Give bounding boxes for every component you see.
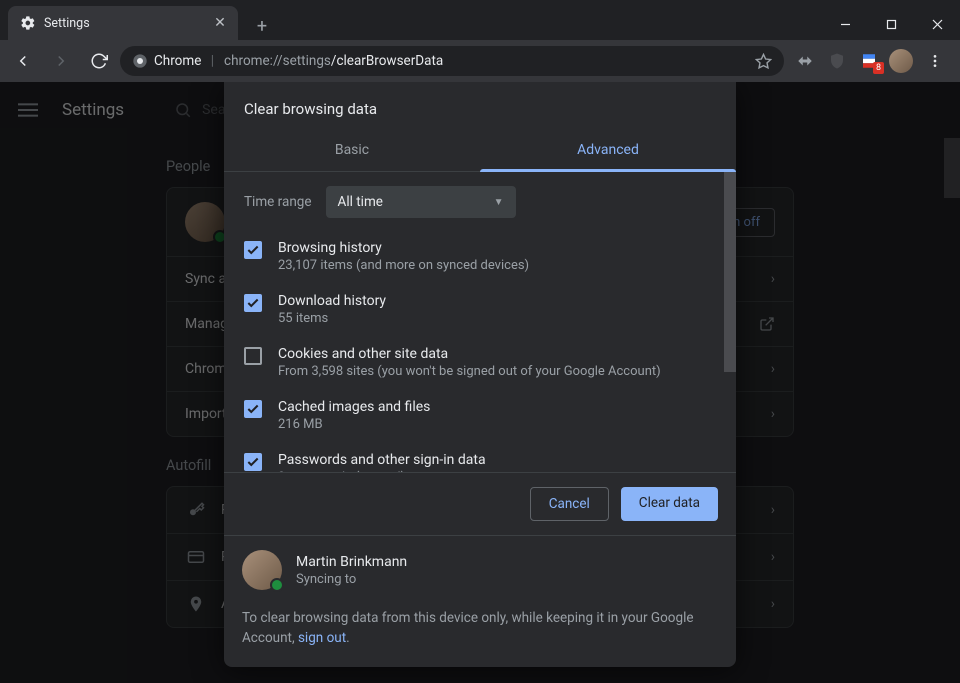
chrome-chip: Chrome | [132,53,214,69]
new-tab-button[interactable]: + [248,12,276,40]
option-desc: 55 items [278,311,386,326]
profile-avatar-button[interactable] [886,46,916,76]
reload-button[interactable] [82,44,116,78]
checkbox[interactable] [244,294,262,312]
option-desc: From 3,598 sites (you won't be signed ou… [278,364,661,379]
clear-data-option: Cached images and files 216 MB [244,391,716,444]
dialog-profile-sync: Syncing to [296,572,407,587]
dialog-scrollbar[interactable] [724,172,736,472]
dialog-scrollbar-thumb[interactable] [724,172,736,372]
cancel-button[interactable]: Cancel [530,487,609,521]
browser-toolbar: Chrome | chrome://settings/clearBrowserD… [0,40,960,82]
minimize-button[interactable] [822,8,868,40]
forward-button[interactable] [44,44,78,78]
sync-badge-icon [270,578,284,592]
sign-out-link[interactable]: sign out [298,630,346,646]
option-title: Browsing history [278,240,529,256]
browser-tab[interactable]: Settings ✕ [8,6,238,40]
dialog-footer-note: To clear browsing data from this device … [224,604,736,667]
address-bar[interactable]: Chrome | chrome://settings/clearBrowserD… [120,46,784,76]
dialog-tabs: Basic Advanced [224,128,736,172]
time-range-value: All time [338,194,383,210]
checkbox[interactable] [244,400,262,418]
window-controls [822,8,960,40]
option-desc: 216 MB [278,417,430,432]
chrome-chip-label: Chrome [154,53,201,69]
dialog-profile-name: Martin Brinkmann [296,554,407,570]
extension-icons: 8 [788,44,954,78]
clear-data-option: Cookies and other site data From 3,598 si… [244,338,716,391]
dialog-actions: Cancel Clear data [224,472,736,535]
dialog-profile-row: Martin Brinkmann Syncing to [224,535,736,604]
url-text: chrome://settings/clearBrowserData [224,53,443,69]
extension-badge: 8 [873,62,884,74]
chevron-down-icon: ▼ [494,197,504,208]
tab-advanced[interactable]: Advanced [480,128,736,171]
time-range-select[interactable]: All time ▼ [326,186,516,218]
gear-icon [20,15,36,31]
clear-data-option: Download history 55 items [244,285,716,338]
menu-button[interactable] [918,44,952,78]
option-title: Passwords and other sign-in data [278,452,486,468]
checkbox[interactable] [244,241,262,259]
time-range-label: Time range [244,194,312,210]
clear-data-button[interactable]: Clear data [621,487,718,521]
close-window-button[interactable] [914,8,960,40]
settings-page: Settings Search settings People Martin B… [0,82,960,683]
close-tab-icon[interactable]: ✕ [212,15,228,31]
extension-ublock-icon[interactable] [822,46,852,76]
maximize-button[interactable] [868,8,914,40]
option-desc: 9 passwords (synced) [278,470,486,472]
clear-browsing-data-dialog: Clear browsing data Basic Advanced Time … [224,82,736,667]
dialog-title: Clear browsing data [224,82,736,128]
window-titlebar: Settings ✕ + [0,0,960,40]
checkbox[interactable] [244,453,262,471]
option-title: Cached images and files [278,399,430,415]
option-title: Cookies and other site data [278,346,661,362]
clear-data-option: Passwords and other sign-in data 9 passwo… [244,444,716,472]
checkbox[interactable] [244,347,262,365]
dialog-body: Time range All time ▼ Browsing history 23… [224,172,736,472]
clear-data-option: Browsing history 23,107 items (and more o… [244,232,716,285]
avatar-icon [889,49,913,73]
bookmark-star-icon[interactable] [755,53,772,70]
option-title: Download history [278,293,386,309]
chip-divider: | [207,53,214,69]
extension-privacy-icon[interactable] [790,46,820,76]
back-button[interactable] [6,44,40,78]
tab-title: Settings [44,16,204,31]
extension-flag-icon[interactable]: 8 [854,46,884,76]
tab-basic[interactable]: Basic [224,128,480,171]
option-desc: 23,107 items (and more on synced devices… [278,258,529,273]
